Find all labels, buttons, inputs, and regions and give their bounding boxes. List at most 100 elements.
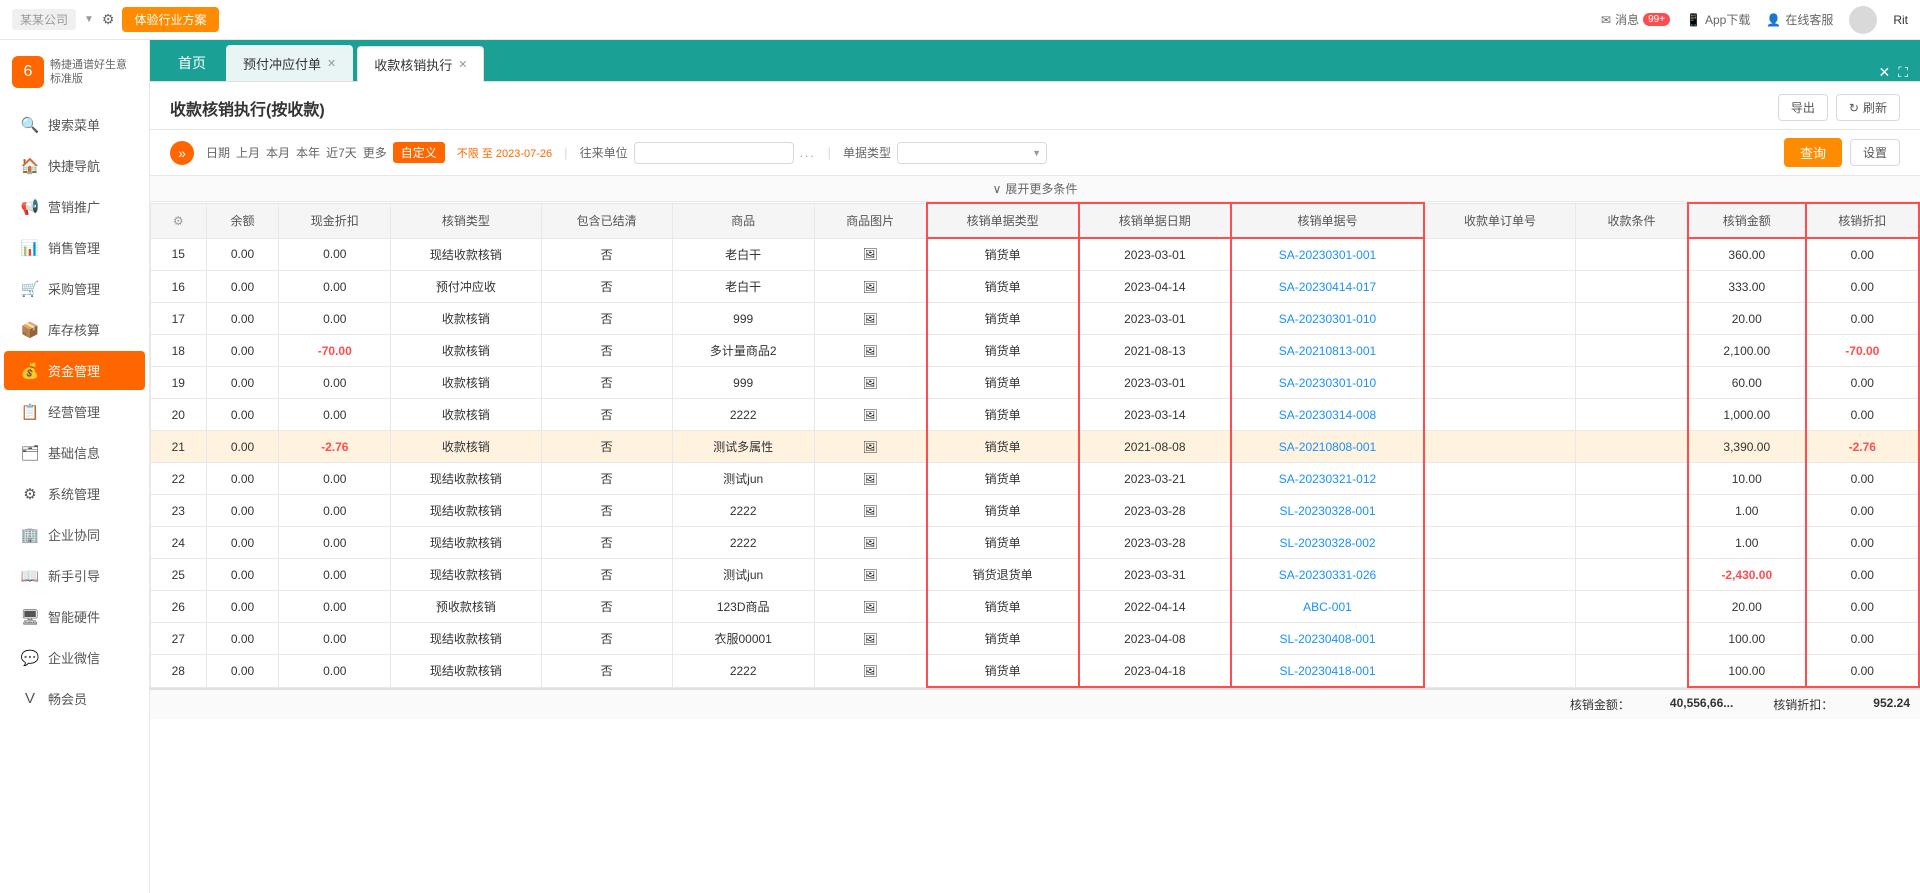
avatar[interactable] [1849,6,1877,34]
sidebar-item-sales[interactable]: 📊 销售管理 [4,228,145,267]
sidebar-item-purchase[interactable]: 🛒 采购管理 [4,269,145,308]
partner-input[interactable] [634,142,794,164]
date-custom-btn[interactable]: 自定义 [393,142,445,163]
tab-close-all-icon[interactable]: ✕ [1878,64,1890,81]
cell-product: 老白干 [672,271,814,303]
date-link-more[interactable]: 更多 [363,144,387,161]
tab-prepay-close[interactable]: ✕ [327,57,336,70]
sidebar-item-basics[interactable]: 🗂 基础信息 [4,433,145,472]
cell-bill-no[interactable]: SL-20230408-001 [1231,623,1424,655]
sidebar-item-nav[interactable]: 🏠 快捷导航 [4,146,145,185]
filter-toggle-btn[interactable]: » [170,141,194,165]
sidebar-item-corp[interactable]: 🏢 企业协同 [4,515,145,554]
bill-no-link[interactable]: SL-20230408-001 [1279,632,1375,646]
industry-btn[interactable]: 体验行业方案 [122,7,218,32]
cell-bill-no[interactable]: SA-20230301-010 [1231,367,1424,399]
cell-bill-no[interactable]: SL-20230418-001 [1231,655,1424,688]
cell-balance: 0.00 [206,527,279,559]
filter-date-group: 日期 上月 本月 本年 近7天 更多 自定义 [206,142,445,163]
bill-no-link[interactable]: SA-20230321-012 [1279,472,1376,486]
cell-no: 22 [151,463,207,495]
tab-prepay[interactable]: 预付冲应付单 ✕ [226,45,353,81]
refresh-btn[interactable]: ↻ 刷新 [1836,94,1900,121]
dropdown-arrow-icon[interactable]: ▼ [84,14,94,25]
app-download-item[interactable]: 📱 App下载 [1686,11,1750,28]
bill-no-link[interactable]: ABC-001 [1303,600,1352,614]
cell-no: 21 [151,431,207,463]
sidebar-item-guide[interactable]: 📖 新手引导 [4,556,145,595]
cell-bill-no[interactable]: SA-20230414-017 [1231,271,1424,303]
partner-dots[interactable]: ... [800,146,816,160]
sidebar-item-marketing[interactable]: 📢 营销推广 [4,187,145,226]
tab-home[interactable]: 首页 [162,45,222,81]
cell-product-img: 🖼 [814,623,926,655]
bill-no-link[interactable]: SL-20230328-001 [1279,504,1375,518]
sidebar-item-wechat[interactable]: 💬 企业微信 [4,638,145,677]
sidebar-item-hardware[interactable]: 🖥 智能硬件 [4,597,145,636]
tab-collect[interactable]: 收款核销执行 ✕ [357,46,484,82]
bill-no-link[interactable]: SL-20230418-001 [1279,664,1375,678]
bill-type-select[interactable] [897,142,1047,164]
cell-bill-type: 销货单 [927,431,1079,463]
bill-no-link[interactable]: SL-20230328-002 [1279,536,1375,550]
sidebar-item-member[interactable]: V 畅会员 [4,679,145,718]
date-link-this-month[interactable]: 本月 [266,144,290,161]
hardware-icon: 🖥 [20,608,40,626]
bill-no-link[interactable]: SA-20210813-001 [1279,344,1376,358]
date-link-this-year[interactable]: 本年 [296,144,320,161]
bill-no-link[interactable]: SA-20230314-008 [1279,408,1376,422]
expand-more-btn[interactable]: ∨ 展开更多条件 [993,180,1078,197]
cell-bill-no[interactable]: SL-20230328-002 [1231,527,1424,559]
cell-collection-order [1424,238,1575,271]
table-body: 150.000.00现结收款核销否老白干🖼销货单2023-03-01SA-202… [151,238,1920,687]
inventory-icon: 📦 [20,321,40,339]
bill-no-link[interactable]: SA-20230331-026 [1279,568,1376,582]
tab-maximize-icon[interactable]: ⛶ [1898,64,1908,81]
cell-bill-no[interactable]: SA-20230301-001 [1231,238,1424,271]
bill-no-link[interactable]: SA-20210808-001 [1279,440,1376,454]
cell-collection-cond [1575,238,1687,271]
cell-bill-date: 2023-04-08 [1079,623,1231,655]
cell-bill-no[interactable]: SL-20230328-001 [1231,495,1424,527]
cell-cancel-amount: 360.00 [1688,238,1806,271]
cell-cancel-amount: 100.00 [1688,623,1806,655]
bill-no-link[interactable]: SA-20230301-010 [1279,376,1376,390]
cell-bill-no[interactable]: SA-20210813-001 [1231,335,1424,367]
setting-btn[interactable]: 设置 [1850,139,1900,166]
bill-no-link[interactable]: SA-20230301-010 [1279,312,1376,326]
cell-bill-no[interactable]: SA-20230314-008 [1231,399,1424,431]
tab-collect-close[interactable]: ✕ [458,58,467,71]
cell-bill-no[interactable]: SA-20230301-010 [1231,303,1424,335]
user-name[interactable]: Rit [1893,13,1908,27]
cell-product: 999 [672,367,814,399]
sidebar-item-search[interactable]: 🔍 搜索菜单 [4,105,145,144]
cell-cancel-amount: 2,100.00 [1688,335,1806,367]
sidebar-item-operations[interactable]: 📋 经营管理 [4,392,145,431]
date-link-7days[interactable]: 近7天 [326,144,357,161]
company-name[interactable]: 某某公司 [12,9,76,30]
online-service-item[interactable]: 👤 在线客服 [1766,11,1833,28]
export-btn[interactable]: 导出 [1778,94,1828,121]
cell-collection-cond [1575,655,1687,688]
bill-no-link[interactable]: SA-20230414-017 [1279,280,1376,294]
corp-icon: 🏢 [20,526,40,544]
sidebar-item-finance[interactable]: 💰 资金管理 [4,351,145,390]
cell-cancel-type: 现结收款核销 [391,463,542,495]
sidebar-item-inventory[interactable]: 📦 库存核算 [4,310,145,349]
cell-bill-no[interactable]: SA-20230321-012 [1231,463,1424,495]
message-item[interactable]: ✉ 消息 99+ [1601,11,1670,28]
date-link-last-month[interactable]: 上月 [236,144,260,161]
bill-no-link[interactable]: SA-20230301-001 [1279,248,1376,262]
gear-icon[interactable]: ⚙ [102,11,115,28]
col-settings[interactable]: ⚙ [151,203,207,238]
cell-bill-no[interactable]: SA-20230331-026 [1231,559,1424,591]
cell-collection-order [1424,463,1575,495]
cell-collection-order [1424,367,1575,399]
cell-bill-no[interactable]: ABC-001 [1231,591,1424,623]
sidebar-item-system[interactable]: ⚙ 系统管理 [4,474,145,513]
cell-cancel-type: 收款核销 [391,367,542,399]
sidebar-label-nav: 快捷导航 [48,156,100,175]
cell-balance: 0.00 [206,623,279,655]
cell-bill-no[interactable]: SA-20210808-001 [1231,431,1424,463]
search-btn[interactable]: 查询 [1784,138,1842,167]
